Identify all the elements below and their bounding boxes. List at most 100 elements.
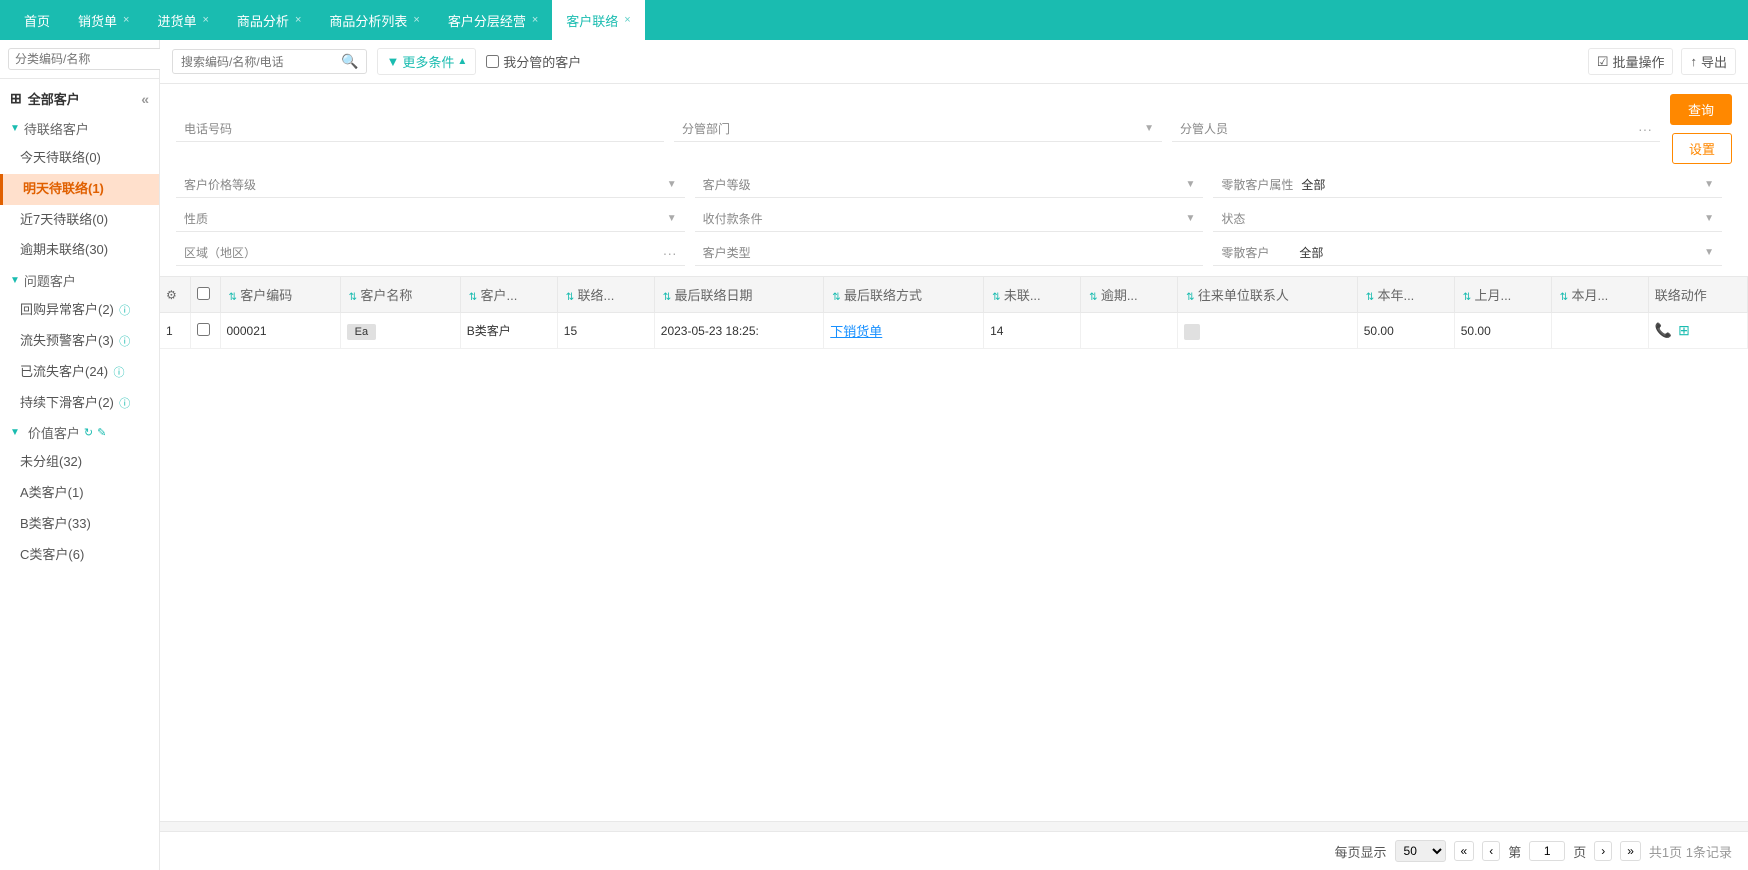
filter-payment[interactable]: 收付款条件 ▼ [695,206,1204,232]
sort-icon-date[interactable]: ⇅ [663,292,671,303]
col-settings[interactable]: ⚙ [160,277,190,313]
sort-icon-cp[interactable]: ⇅ [1186,292,1194,303]
action-grid-icon[interactable]: ⊞ [1678,322,1690,339]
filter-region[interactable]: 区域（地区） ··· [176,240,685,266]
sort-icon-nc[interactable]: ⇅ [992,292,1000,303]
nav-goods-analysis-list[interactable]: 商品分析列表 × [315,0,433,40]
nav-purchase[interactable]: 进货单 × [143,0,222,40]
row-code: 000021 [220,313,340,349]
first-page-button[interactable]: « [1454,841,1475,861]
nav-customer-layer-close[interactable]: × [532,14,538,26]
more-filter-button[interactable]: ▼ 更多条件 ▲ [377,48,476,75]
action-phone-icon[interactable]: 📞 [1655,322,1672,339]
sort-icon-od[interactable]: ⇅ [1089,292,1097,303]
sidebar-item-repurchase[interactable]: 回购异常客户(2) ⓘ [0,295,159,326]
filter-scatter-attr[interactable]: 零散客户属性 全部 ▼ [1213,172,1722,198]
chevron-down-icon-level: ▼ [1185,179,1195,190]
dots-icon-person[interactable]: ··· [1638,121,1652,137]
filter-person[interactable]: 分管人员 ··· [1172,116,1660,142]
arrow-icon3: ▼ [10,427,20,438]
nav-home[interactable]: 首页 [10,0,64,40]
nav-sales-close[interactable]: × [123,14,129,26]
query-button[interactable]: 查询 [1670,94,1732,125]
page-input[interactable] [1529,841,1565,861]
filter-scatter-customer[interactable]: 零散客户 全部 ▼ [1213,240,1722,266]
bulk-operation-button[interactable]: ☑ 批量操作 [1588,48,1674,75]
info-icon-2: ⓘ [119,336,130,348]
sidebar-item-a-class[interactable]: A类客户(1) [0,478,159,509]
sidebar-item-today[interactable]: 今天待联络(0) [0,143,159,174]
last-page-button[interactable]: » [1620,841,1641,861]
nav-goods-analysis-close[interactable]: × [295,14,301,26]
col-overdue: ⇅ 逾期... [1081,277,1178,313]
my-customer-checkbox[interactable]: 我分管的客户 [486,52,581,71]
sidebar-item-churned[interactable]: 已流失客户(24) ⓘ [0,357,159,388]
filter-nature[interactable]: 性质 ▼ [176,206,685,232]
sidebar-item-c-class[interactable]: C类客户(6) [0,540,159,571]
nav-purchase-close[interactable]: × [202,14,208,26]
col-actions: 联络动作 [1648,277,1747,313]
filter-customer-type: 客户类型 [695,240,1204,266]
col-contact-person: ⇅ 往来单位联系人 [1178,277,1358,313]
set-button[interactable]: 设置 [1672,133,1732,164]
filter-status[interactable]: 状态 ▼ [1213,206,1722,232]
search-input[interactable] [181,55,341,69]
next-page-button[interactable]: › [1594,841,1612,861]
sidebar-item-tomorrow[interactable]: 明天待联络(1) [0,174,159,205]
sidebar-section-problem[interactable]: ▼ 问题客户 [0,266,159,295]
collapse-icon[interactable]: « [141,91,149,107]
row-checkbox[interactable] [190,313,220,349]
pagination-bar: 每页显示 50 100 200 « ‹ 第 页 › » 共1页 1条记录 [160,831,1748,870]
filter-price-level[interactable]: 客户价格等级 ▼ [176,172,685,198]
sidebar-section-value[interactable]: ▼ 价值客户 ↻ ✎ [0,418,159,447]
row-check[interactable] [197,323,210,336]
edit-icon[interactable]: ✎ [97,426,106,439]
chevron-down-icon-scatter: ▼ [1704,247,1714,258]
nav-customer-contact-close[interactable]: × [624,14,630,26]
filter-customer-level[interactable]: 客户等级 ▼ [695,172,1204,198]
sort-icon-type[interactable]: ⇅ [469,292,477,303]
nav-sales[interactable]: 销货单 × [64,0,143,40]
nav-customer-layer[interactable]: 客户分层经营 × [434,0,552,40]
advanced-filter: 电话号码 分管部门 ▼ 分管人员 ··· 查询 设置 [160,84,1748,277]
sidebar-item-b-class[interactable]: B类客户(33) [0,509,159,540]
row-idx: 1 [160,313,190,349]
filter-dept[interactable]: 分管部门 ▼ [674,116,1162,142]
nav-customer-contact[interactable]: 客户联络 × [552,0,644,40]
search-submit-icon[interactable]: 🔍 [341,53,358,70]
row-last-method[interactable]: 下销货单 [824,313,984,349]
nav-goods-analysis-list-close[interactable]: × [413,14,419,26]
sidebar-item-overdue[interactable]: 逾期未联络(30) [0,235,159,266]
sort-icon-ty[interactable]: ⇅ [1366,292,1374,303]
sort-icon-method[interactable]: ⇅ [832,292,840,303]
sidebar-item-ungrouped[interactable]: 未分组(32) [0,447,159,478]
sidebar-search-input[interactable] [8,48,177,70]
sort-icon[interactable]: ⇅ [229,292,237,303]
sidebar-content: ⊞ 全部客户 « ▼ 待联络客户 今天待联络(0) 明天待联络(1) 近7天待联… [0,79,159,870]
total-info: 共1页 1条记录 [1649,842,1732,861]
sort-icon-count[interactable]: ⇅ [566,292,574,303]
chevron-up-icon: ▲ [457,56,467,67]
sidebar-all-customers[interactable]: ⊞ 全部客户 « [0,83,159,114]
arrow-icon2: ▼ [10,275,20,286]
nav-goods-analysis[interactable]: 商品分析 × [223,0,315,40]
sidebar-item-7days[interactable]: 近7天待联络(0) [0,205,159,236]
my-customer-check-input[interactable] [486,55,499,68]
refresh-icon[interactable]: ↻ [84,426,93,439]
dots-icon-region[interactable]: ··· [663,245,677,261]
export-button[interactable]: ↑ 导出 [1681,48,1736,75]
table-header-row: ⚙ ⇅ 客户编码 ⇅ 客户名称 ⇅ 客户... ⇅ 联络... ⇅ 最后联络日期… [160,277,1748,313]
sidebar-item-declining[interactable]: 持续下滑客户(2) ⓘ [0,388,159,419]
sort-icon-tm[interactable]: ⇅ [1560,292,1568,303]
horizontal-scrollbar[interactable] [160,821,1748,831]
select-all-checkbox[interactable] [197,287,210,300]
last-method-link[interactable]: 下销货单 [830,324,882,339]
sidebar-section-pending[interactable]: ▼ 待联络客户 [0,114,159,143]
page-size-select[interactable]: 50 100 200 [1395,840,1446,862]
sidebar-item-churn-warning[interactable]: 流失预警客户(3) ⓘ [0,326,159,357]
sort-icon-name[interactable]: ⇅ [349,292,357,303]
prev-page-button[interactable]: ‹ [1482,841,1500,861]
sort-icon-lm[interactable]: ⇅ [1463,292,1471,303]
col-checkbox[interactable] [190,277,220,313]
content-area: 🔍 ▼ 更多条件 ▲ 我分管的客户 ☑ 批量操作 ↑ 导出 [160,40,1748,870]
